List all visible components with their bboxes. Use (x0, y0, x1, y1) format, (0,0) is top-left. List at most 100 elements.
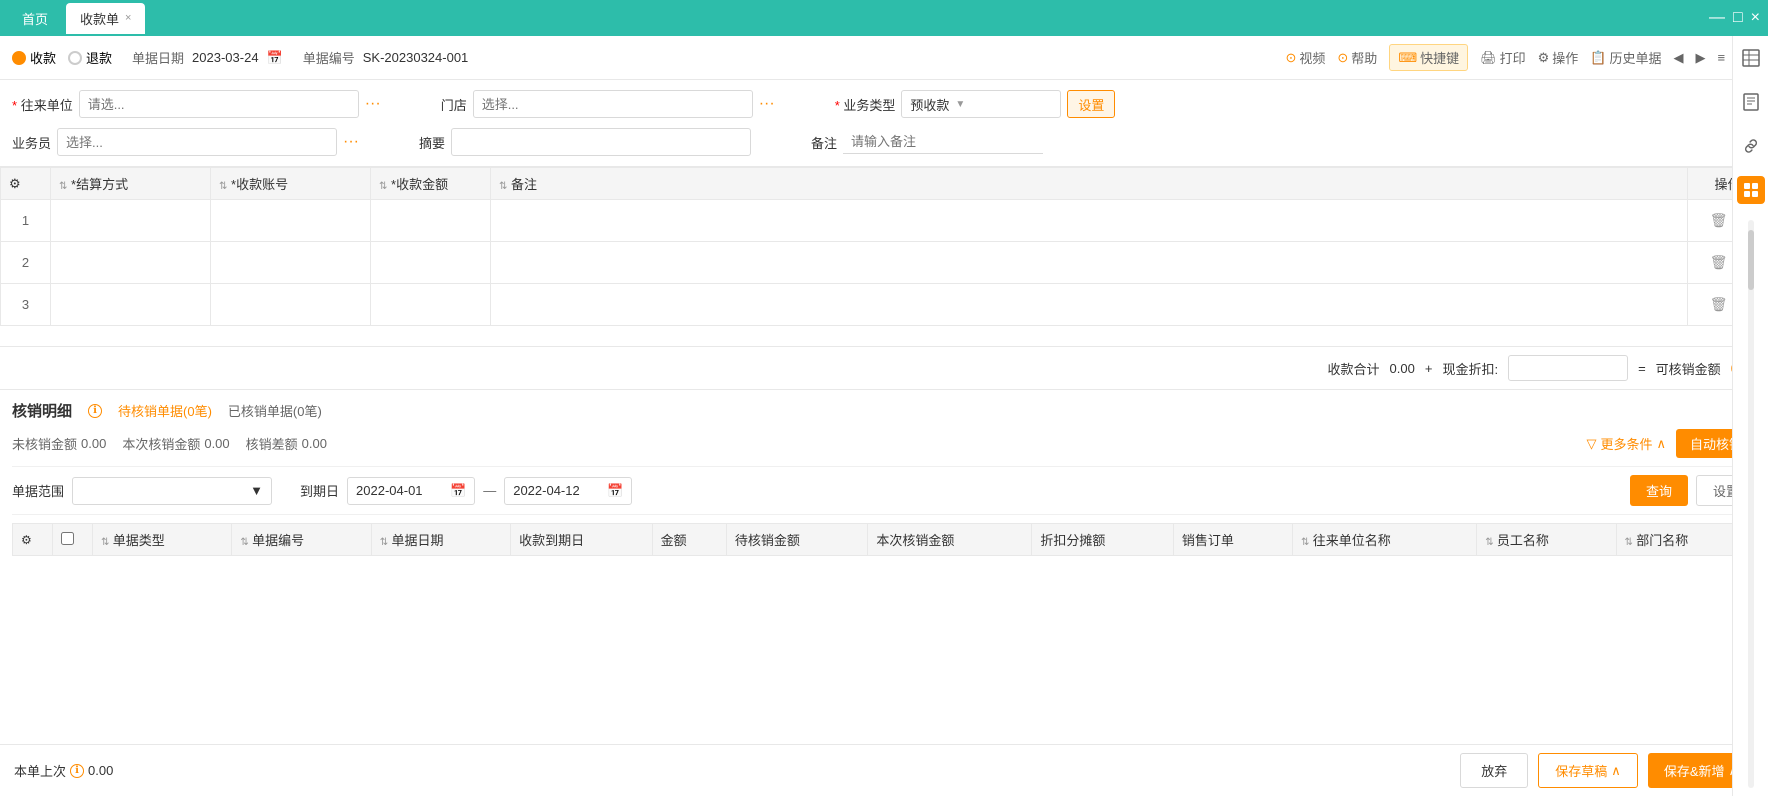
date-range-row: 单据范围 ▼ 到期日 📅 — 📅 查询 设置 (12, 466, 1756, 515)
biz-type-val: 预收款 (910, 95, 949, 114)
operate-label: 操作 (1552, 48, 1578, 67)
verify-label: 可核销金额 (1656, 359, 1721, 378)
last-doc-val: 0.00 (88, 763, 113, 778)
row1-note[interactable] (491, 200, 1688, 242)
minimize-icon[interactable]: — (1709, 9, 1725, 27)
scrollbar-thumb[interactable] (1748, 230, 1754, 290)
video-label: 视频 (1299, 48, 1325, 67)
th-gear[interactable]: ⚙ (1, 168, 51, 200)
row1-amount[interactable] (371, 200, 491, 242)
sidebar-table-icon[interactable] (1737, 44, 1765, 72)
range-select[interactable]: ▼ (72, 477, 272, 505)
row3-settle[interactable] (51, 284, 211, 326)
btn-operate[interactable]: ⚙ 操作 (1538, 48, 1579, 67)
verify-info-icon[interactable]: ℹ (88, 404, 102, 418)
window-close-icon[interactable]: × (1751, 9, 1760, 27)
filter-icon: ▽ (1586, 436, 1596, 452)
data-table: ⚙ ⇅ *结算方式 ⇅ *收款账号 ⇅ *收款金额 ⇅ (0, 167, 1768, 326)
draft-caret-icon[interactable]: ∧ (1611, 763, 1621, 779)
row3-delete-icon[interactable]: 🗑 (1710, 296, 1728, 313)
tab-home[interactable]: 首页 (8, 3, 62, 34)
tab-active[interactable]: 收款单 × (66, 3, 145, 34)
nav-prev-icon[interactable]: ◀ (1674, 50, 1684, 66)
summary-field: 摘要 (419, 128, 751, 156)
calendar-to-icon[interactable]: 📅 (607, 483, 623, 499)
row3-account[interactable] (211, 284, 371, 326)
due-date-to-input[interactable] (513, 483, 603, 498)
save-draft-btn[interactable]: 保存草稿 ∧ (1538, 753, 1638, 788)
btn-help[interactable]: ⊙ 帮助 (1337, 48, 1377, 67)
row3-seq: 3 (1, 284, 51, 326)
biz-type-setting-btn[interactable]: 设置 (1067, 90, 1115, 118)
vth-pending: 待核销金额 (726, 524, 868, 556)
store-dots[interactable]: ··· (759, 95, 775, 113)
vth-due: 收款到期日 (511, 524, 653, 556)
tab-done[interactable]: 已核销单据(0笔) (228, 401, 322, 420)
tab-pending[interactable]: 待核销单据(0笔) (118, 401, 212, 420)
staff-dots[interactable]: ··· (343, 133, 359, 151)
row3-amount[interactable] (371, 284, 491, 326)
store-input[interactable] (473, 90, 753, 118)
more-conditions-btn[interactable]: ▽ 更多条件 ∧ (1586, 434, 1666, 453)
radio-receive-circle (12, 51, 26, 65)
row2-seq: 2 (1, 242, 51, 284)
last-doc-info-icon[interactable]: ℹ (70, 764, 84, 778)
row1-account[interactable] (211, 200, 371, 242)
store-field: 门店 ··· (441, 90, 775, 118)
date-range-dash: — (483, 483, 496, 498)
verify-title: 核销明细 (12, 400, 72, 421)
row2-note[interactable] (491, 242, 1688, 284)
vth-type: ⇅ 单据类型 (93, 524, 232, 556)
counter-party-input[interactable] (79, 90, 359, 118)
row1-delete-icon[interactable]: 🗑 (1710, 212, 1728, 229)
counter-party-dots[interactable]: ··· (365, 95, 381, 113)
radio-receive-label: 收款 (30, 48, 56, 67)
th-note: ⇅ 备注 (491, 168, 1688, 200)
btn-print[interactable]: 🖨 打印 (1480, 48, 1526, 67)
view-list-icon[interactable]: ≡ (1718, 50, 1726, 65)
btn-video[interactable]: ⊙ 视频 (1285, 48, 1325, 67)
biz-type-field: * 业务类型 预收款 ▼ 设置 (835, 90, 1116, 118)
vth-checkbox[interactable] (53, 524, 93, 556)
btn-history[interactable]: 📋 历史单据 (1590, 48, 1661, 67)
form-row-1: * 往来单位 ··· 门店 ··· * 业务类型 预收款 ▼ (12, 90, 1756, 118)
radio-receive[interactable]: 收款 (12, 48, 56, 67)
row2-settle[interactable] (51, 242, 211, 284)
remark-input[interactable] (843, 130, 1043, 154)
biz-type-select[interactable]: 预收款 ▼ (901, 90, 1061, 118)
plus-sign: + (1425, 361, 1433, 376)
staff-input[interactable] (57, 128, 337, 156)
discount-label: 现金折扣: (1442, 359, 1498, 378)
nav-next-icon[interactable]: ▶ (1696, 50, 1706, 66)
row2-amount[interactable] (371, 242, 491, 284)
table-row: 2 🗑 ⊕ (1, 242, 1768, 284)
row2-account[interactable] (211, 242, 371, 284)
btn-shortcut[interactable]: ⌨ 快捷键 (1389, 44, 1468, 71)
form-section: * 往来单位 ··· 门店 ··· * 业务类型 预收款 ▼ (0, 80, 1768, 167)
sidebar-active-icon[interactable] (1737, 176, 1765, 204)
bottom-right: 放弃 保存草稿 ∧ 保存&新增 ∧ (1460, 753, 1754, 788)
toolbar: 收款 退款 单据日期 2023-03-24 📅 单据编号 SK-20230324… (0, 36, 1768, 80)
row3-note[interactable] (491, 284, 1688, 326)
query-btn[interactable]: 查询 (1630, 475, 1688, 506)
discount-input[interactable] (1508, 355, 1628, 381)
row1-settle[interactable] (51, 200, 211, 242)
discard-btn[interactable]: 放弃 (1460, 753, 1528, 788)
tab-close-icon[interactable]: × (125, 12, 131, 24)
calendar-from-icon[interactable]: 📅 (450, 483, 466, 499)
row2-delete-icon[interactable]: 🗑 (1710, 254, 1728, 271)
maximize-icon[interactable]: □ (1733, 9, 1743, 27)
radio-refund[interactable]: 退款 (68, 48, 112, 67)
verify-header-row: ⚙ ⇅ 单据类型 ⇅ 单据编号 ⇅ 单据日期 (13, 524, 1756, 556)
sidebar-doc-icon[interactable] (1737, 88, 1765, 116)
diff-label: 核销差额 0.00 (246, 434, 327, 453)
shortcut-icon: ⌨ (1398, 50, 1417, 66)
select-all-checkbox[interactable] (61, 532, 74, 545)
sidebar-link-icon[interactable] (1737, 132, 1765, 160)
calendar-icon[interactable]: 📅 (267, 50, 283, 66)
vth-gear[interactable]: ⚙ (13, 524, 53, 556)
unchecked-label: 未核销金额 0.00 (12, 434, 106, 453)
summary-input[interactable] (451, 128, 751, 156)
due-date-from-input[interactable] (356, 483, 446, 498)
radio-refund-label: 退款 (86, 48, 112, 67)
